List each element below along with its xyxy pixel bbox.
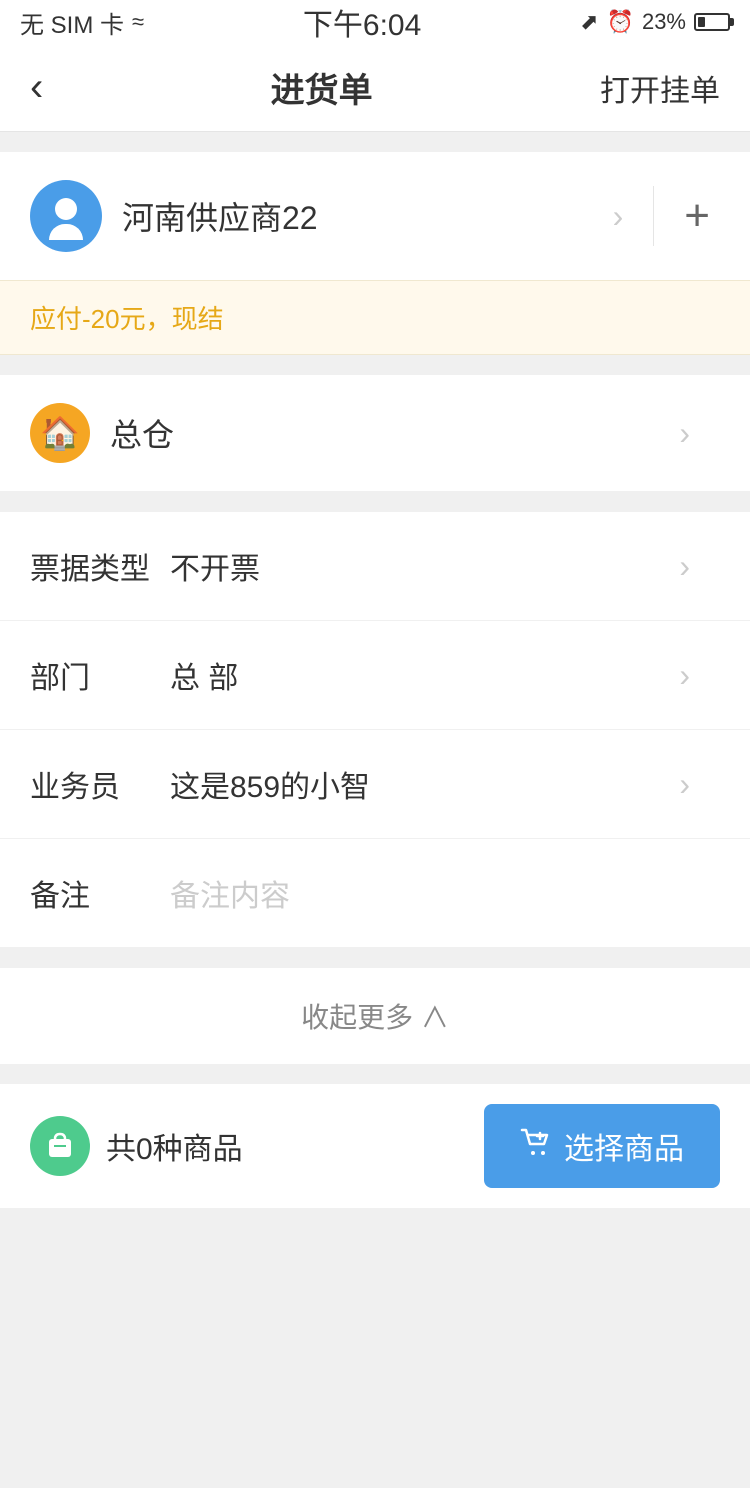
remark-placeholder: 备注内容 [170,871,720,915]
nav-bar: ‹ 进货单 打开挂单 [0,44,750,132]
status-right: ⬈ ⏰ 23% [580,9,730,35]
add-supplier-button[interactable]: + [674,191,720,241]
time-display: 下午6:04 [303,0,421,44]
battery-percent: 23% [642,9,686,35]
invoice-type-row[interactable]: 票据类型 不开票 › [0,512,750,621]
invoice-type-value: 不开票 [170,544,679,588]
page-title: 进货单 [271,63,373,112]
page-background [0,1208,750,1488]
department-chevron-icon: › [679,657,690,694]
status-left: 无 SIM 卡 ≈ [20,5,144,40]
warehouse-row[interactable]: 🏠 总仓 › [0,375,750,492]
collapse-label: 收起更多 ∧ [301,1002,449,1033]
department-label: 部门 [30,653,170,697]
remark-label: 备注 [30,871,170,915]
warehouse-icon: 🏠 [30,403,90,463]
select-product-button[interactable]: 选择商品 [484,1104,720,1188]
supplier-name: 河南供应商22 [122,193,613,239]
warehouse-chevron-icon: › [679,415,690,452]
salesperson-row[interactable]: 业务员 这是859的小智 › [0,730,750,839]
invoice-type-label: 票据类型 [30,544,170,588]
supplier-avatar [30,180,102,252]
form-section: 票据类型 不开票 › 部门 总 部 › 业务员 这是859的小智 › 备注 备注… [0,512,750,947]
battery-icon [694,13,730,31]
back-button[interactable]: ‹ [30,65,43,110]
invoice-chevron-icon: › [679,548,690,585]
supplier-chevron-icon: › [613,198,624,235]
salesperson-chevron-icon: › [679,766,690,803]
notice-banner: 应付-20元，现结 [0,280,750,355]
cart-icon [520,1128,552,1156]
product-icon [30,1116,90,1176]
carrier-text: 无 SIM 卡 [20,5,124,40]
salesperson-value: 这是859的小智 [170,762,679,806]
select-product-label: 选择商品 [564,1124,684,1168]
avatar-person-icon [48,198,84,234]
remark-row[interactable]: 备注 备注内容 [0,839,750,947]
vertical-divider [653,186,654,246]
product-count-area: 共0种商品 [30,1116,243,1176]
cart-btn-icon [520,1128,552,1164]
status-bar: 无 SIM 卡 ≈ 下午6:04 ⬈ ⏰ 23% [0,0,750,44]
bag-icon [43,1129,77,1163]
supplier-card: 河南供应商22 › + 应付-20元，现结 [0,152,750,355]
notice-text: 应付-20元，现结 [30,304,224,334]
department-value: 总 部 [170,653,679,697]
department-row[interactable]: 部门 总 部 › [0,621,750,730]
warehouse-name: 总仓 [110,410,679,456]
open-pending-button[interactable]: 打开挂单 [600,66,720,110]
back-chevron-icon: ‹ [30,65,43,110]
bottom-action-bar: 共0种商品 选择商品 [0,1084,750,1208]
salesperson-label: 业务员 [30,762,170,806]
wifi-icon: ≈ [132,9,144,35]
product-count-text: 共0种商品 [106,1124,243,1168]
supplier-row[interactable]: 河南供应商22 › + [0,152,750,280]
location-icon: ⬈ [580,9,598,35]
alarm-icon: ⏰ [607,9,634,35]
top-divider [0,132,750,152]
collapse-more-button[interactable]: 收起更多 ∧ [0,967,750,1064]
